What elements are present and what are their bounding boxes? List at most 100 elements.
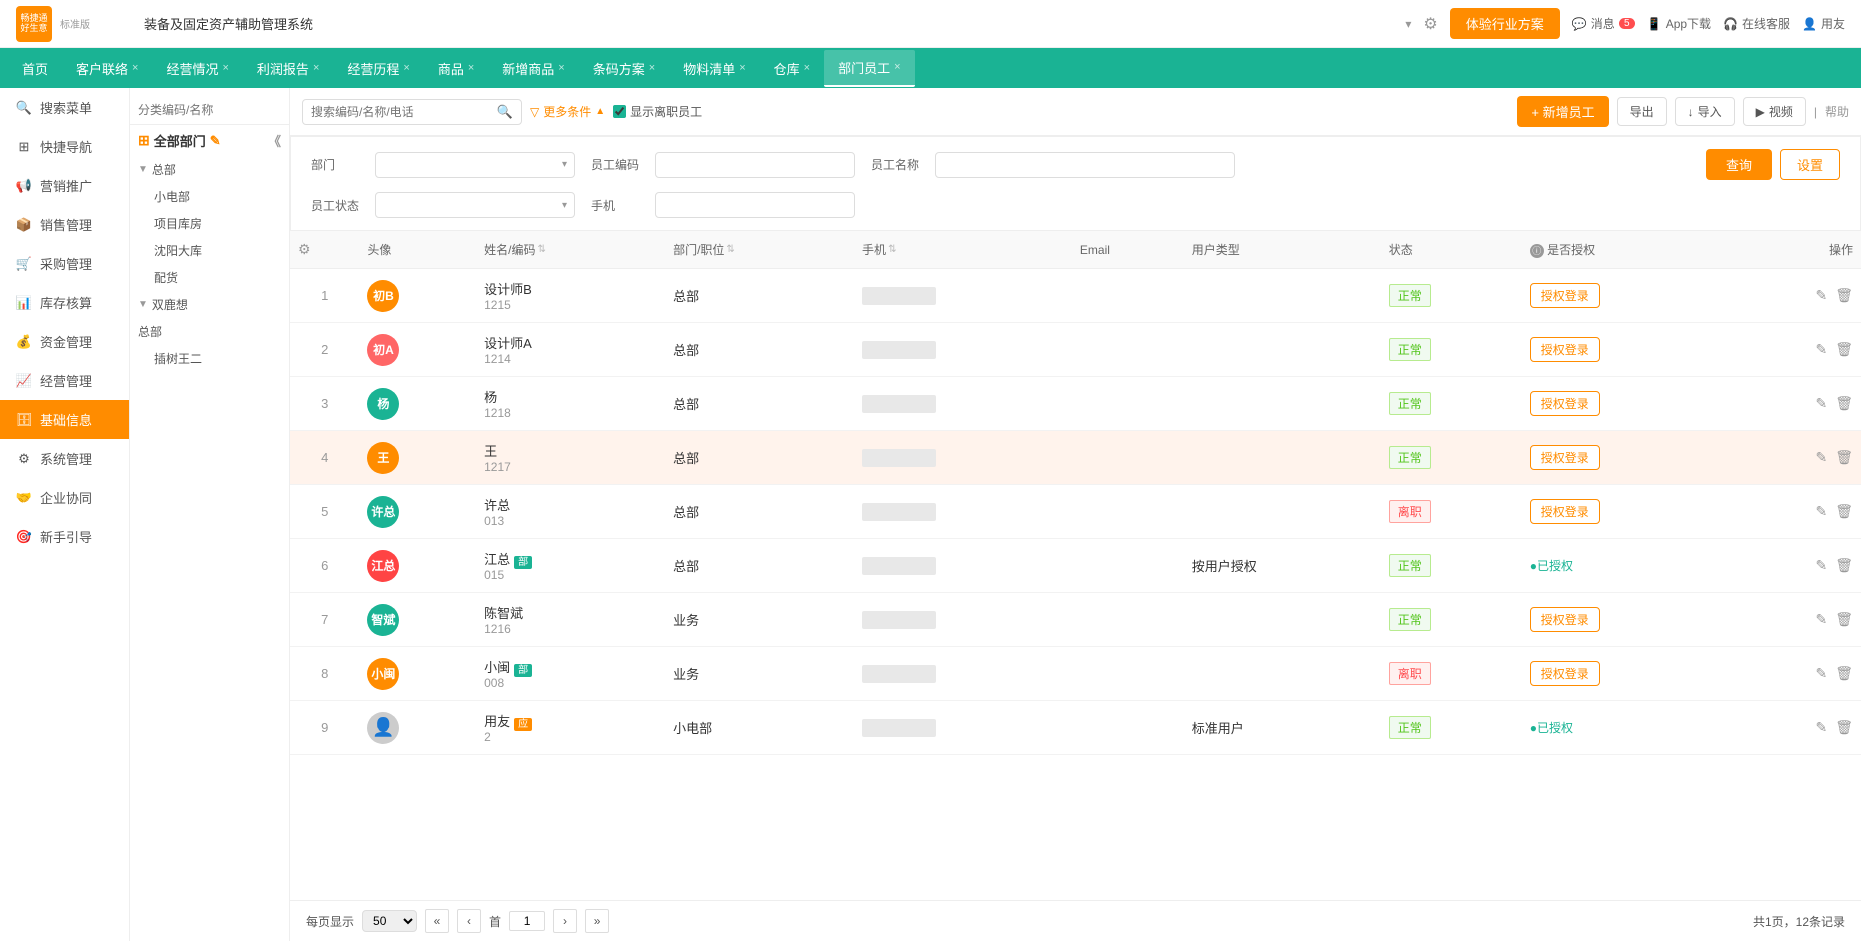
sidebar-item-新手引导[interactable]: 🎯新手引导 [0, 517, 129, 556]
next-page-btn[interactable]: › [553, 909, 577, 933]
sidebar-item-营销推广[interactable]: 📢营销推广 [0, 166, 129, 205]
dept-item-沈阳大库[interactable]: 沈阳大库 [130, 237, 289, 264]
dept-item-双鹿想[interactable]: ▼双鹿想 [130, 291, 289, 318]
delete-icon[interactable]: 🗑 [1835, 719, 1853, 736]
collapse-dept-btn[interactable]: 《 [268, 131, 281, 150]
user-btn[interactable]: 👤 用友 [1802, 15, 1845, 32]
auth-login-btn[interactable]: 授权登录 [1530, 499, 1600, 524]
edit-icon[interactable]: ✎ [1815, 611, 1827, 628]
edit-icon[interactable]: ✎ [1815, 719, 1827, 736]
dept-item-项目库房[interactable]: 项目库房 [130, 210, 289, 237]
dropdown-btn[interactable]: ▾ [1405, 17, 1411, 31]
sidebar-item-快捷导航[interactable]: ⊞快捷导航 [0, 127, 129, 166]
search-employee-input[interactable] [311, 105, 493, 119]
close-tab-icon[interactable]: × [468, 62, 474, 74]
auth-login-btn[interactable]: 授权登录 [1530, 337, 1600, 362]
add-employee-button[interactable]: + 新增员工 [1517, 96, 1608, 127]
sidebar-item-库存核算[interactable]: 📊库存核算 [0, 283, 129, 322]
dept-item-插树王二[interactable]: 插树王二 [130, 345, 289, 372]
edit-icon[interactable]: ✎ [1815, 557, 1827, 574]
nav-tab-客户联络[interactable]: 客户联络× [62, 51, 152, 86]
auth-login-btn[interactable]: 授权登录 [1530, 607, 1600, 632]
sidebar-item-系统管理[interactable]: ⚙系统管理 [0, 439, 129, 478]
sidebar-item-基础信息[interactable]: 🗄基础信息 [0, 400, 129, 439]
sidebar-item-搜索菜单[interactable]: 🔍搜索菜单 [0, 88, 129, 127]
col-dept-sort[interactable]: 部门/职位 [673, 241, 846, 258]
settings-icon[interactable]: ⚙ [1423, 14, 1437, 34]
edit-dept-icon[interactable]: ✎ [210, 133, 221, 149]
delete-icon[interactable]: 🗑 [1835, 557, 1853, 574]
delete-icon[interactable]: 🗑 [1835, 665, 1853, 682]
edit-icon[interactable]: ✎ [1815, 503, 1827, 520]
auth-login-btn[interactable]: 授权登录 [1530, 661, 1600, 686]
delete-icon[interactable]: 🗑 [1835, 341, 1853, 358]
dept-item-总部[interactable]: 总部 [130, 318, 289, 345]
close-tab-icon[interactable]: × [403, 62, 409, 74]
close-tab-icon[interactable]: × [313, 62, 319, 74]
trial-button[interactable]: 体验行业方案 [1450, 8, 1560, 39]
edit-icon[interactable]: ✎ [1815, 449, 1827, 466]
col-phone-sort[interactable]: 手机 [862, 241, 1064, 258]
edit-icon[interactable]: ✎ [1815, 395, 1827, 412]
online-service-btn[interactable]: 🎧 在线客服 [1723, 15, 1790, 32]
close-tab-icon[interactable]: × [649, 62, 655, 74]
sidebar-item-资金管理[interactable]: 💰资金管理 [0, 322, 129, 361]
dept-item-总部[interactable]: ▼总部 [130, 156, 289, 183]
delete-icon[interactable]: 🗑 [1835, 611, 1853, 628]
dept-select[interactable] [375, 152, 575, 178]
auth-login-btn[interactable]: 授权登录 [1530, 283, 1600, 308]
nav-tab-条码方案[interactable]: 条码方案× [579, 51, 669, 86]
table-settings-icon[interactable]: ⚙ [298, 241, 311, 257]
help-btn[interactable]: 帮助 [1825, 103, 1849, 120]
delete-icon[interactable]: 🗑 [1835, 503, 1853, 520]
sidebar-item-销售管理[interactable]: 📦销售管理 [0, 205, 129, 244]
close-tab-icon[interactable]: × [894, 61, 900, 73]
close-tab-icon[interactable]: × [132, 62, 138, 74]
nav-tab-物料清单[interactable]: 物料清单× [669, 51, 759, 86]
phone-input[interactable] [655, 192, 855, 218]
delete-icon[interactable]: 🗑 [1835, 449, 1853, 466]
emp-name-input[interactable] [935, 152, 1235, 178]
show-resigned-checkbox[interactable] [613, 105, 626, 118]
emp-status-select[interactable] [375, 192, 575, 218]
close-tab-icon[interactable]: × [804, 62, 810, 74]
nav-tab-经营情况[interactable]: 经营情况× [152, 51, 242, 86]
close-tab-icon[interactable]: × [222, 62, 228, 74]
sidebar-item-经营管理[interactable]: 📈经营管理 [0, 361, 129, 400]
dept-item-配货[interactable]: 配货 [130, 264, 289, 291]
prev-page-btn[interactable]: ‹ [457, 909, 481, 933]
import-button[interactable]: ↓ 导入 [1675, 97, 1735, 126]
auth-info-icon[interactable]: ⓘ [1530, 244, 1544, 258]
nav-tab-新增商品[interactable]: 新增商品× [488, 51, 578, 86]
edit-icon[interactable]: ✎ [1815, 341, 1827, 358]
sidebar-item-企业协同[interactable]: 🤝企业协同 [0, 478, 129, 517]
edit-icon[interactable]: ✎ [1815, 665, 1827, 682]
nav-tab-经营历程[interactable]: 经营历程× [333, 51, 423, 86]
col-name-sort[interactable]: 姓名/编码 [484, 241, 657, 258]
page-input[interactable] [509, 911, 545, 931]
nav-tab-利润报告[interactable]: 利润报告× [243, 51, 333, 86]
search-button[interactable]: 查询 [1706, 149, 1772, 180]
message-btn[interactable]: 💬 消息 5 [1572, 15, 1635, 32]
page-size-select[interactable]: 50 10 20 100 [362, 910, 417, 932]
delete-icon[interactable]: 🗑 [1835, 287, 1853, 304]
nav-tab-首页[interactable]: 首页 [8, 51, 62, 86]
nav-tab-商品[interactable]: 商品× [424, 51, 488, 86]
set-button[interactable]: 设置 [1780, 149, 1840, 180]
delete-icon[interactable]: 🗑 [1835, 395, 1853, 412]
sidebar-item-采购管理[interactable]: 🛒采购管理 [0, 244, 129, 283]
auth-login-btn[interactable]: 授权登录 [1530, 391, 1600, 416]
close-tab-icon[interactable]: × [739, 62, 745, 74]
close-tab-icon[interactable]: × [558, 62, 564, 74]
emp-code-input[interactable] [655, 152, 855, 178]
first-page-btn[interactable]: « [425, 909, 449, 933]
export-button[interactable]: 导出 [1617, 97, 1667, 126]
edit-icon[interactable]: ✎ [1815, 287, 1827, 304]
view-button[interactable]: ▶ 视频 [1743, 97, 1806, 126]
nav-tab-仓库[interactable]: 仓库× [760, 51, 824, 86]
more-filter-btn[interactable]: ▽ 更多条件 ▲ [530, 103, 605, 120]
dept-item-小电部[interactable]: 小电部 [130, 183, 289, 210]
app-download-btn[interactable]: 📱 App下载 [1647, 15, 1711, 32]
dept-search-input[interactable] [138, 103, 290, 117]
auth-login-btn[interactable]: 授权登录 [1530, 445, 1600, 470]
